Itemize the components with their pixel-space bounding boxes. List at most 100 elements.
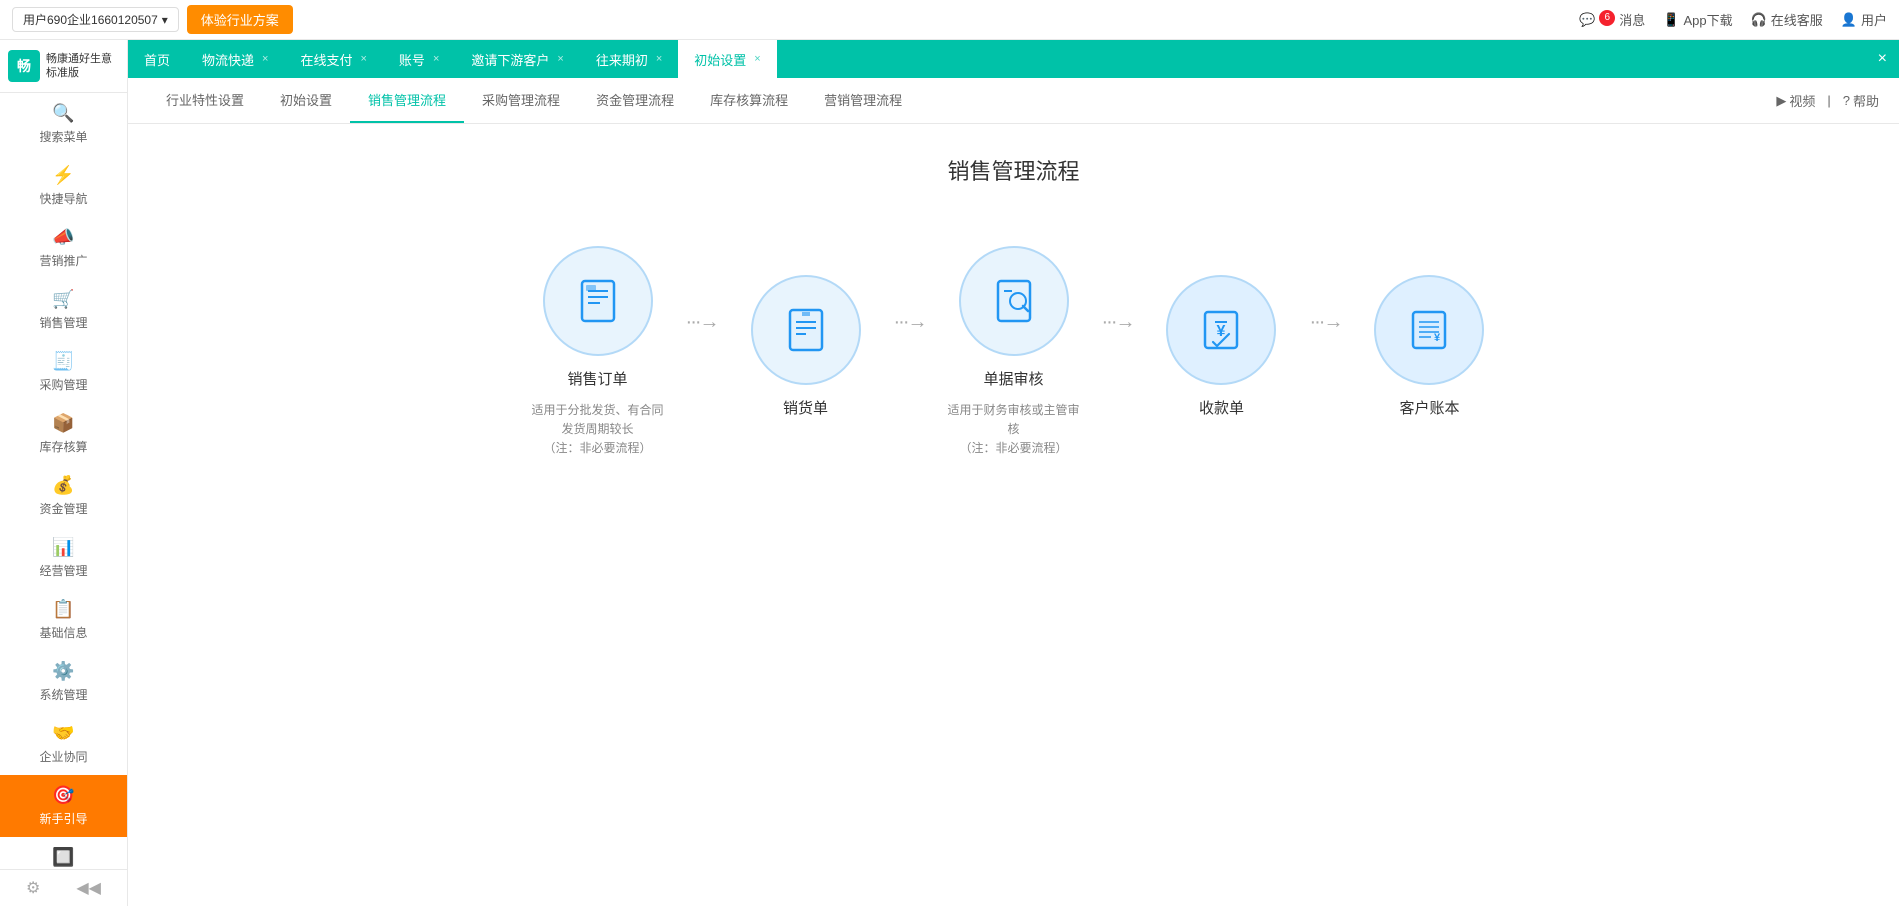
message-item[interactable]: 💬 6 消息 xyxy=(1579,10,1645,29)
sub-tabs-right: ▶ 视频 | ? 帮助 xyxy=(1776,91,1879,110)
video-icon: ▶ xyxy=(1776,93,1786,109)
nav-tab-logistics-close[interactable]: × xyxy=(262,53,268,65)
flow-circle-sales-order xyxy=(543,246,653,356)
receipt-icon: 🧾 xyxy=(52,351,74,372)
sidebar-item-inventory[interactable]: 📦 库存核算 xyxy=(0,403,127,465)
app-download-item[interactable]: 📱 App下载 xyxy=(1663,10,1732,29)
nav-tab-init-settings[interactable]: 初始设置 × xyxy=(678,40,776,78)
nav-tab-payment-close[interactable]: × xyxy=(360,53,366,65)
user-avatar-icon: 👤 xyxy=(1841,12,1857,28)
sidebar-label-system: 系统管理 xyxy=(39,686,87,703)
sidebar-item-basic-info[interactable]: 📋 基础信息 xyxy=(0,589,127,651)
user-selector-text: 用户690企业1660120507 xyxy=(23,11,158,28)
nav-tabs-close-all[interactable]: × xyxy=(1866,50,1899,68)
sub-tab-inventory-flow[interactable]: 库存核算流程 xyxy=(692,78,806,123)
review-icon xyxy=(988,275,1040,327)
sub-tab-inventory-flow-label: 库存核算流程 xyxy=(710,93,788,108)
clipboard-icon: 📋 xyxy=(52,599,74,620)
user-avatar-item[interactable]: 👤 用户 xyxy=(1841,10,1887,29)
flow-circle-review xyxy=(959,246,1069,356)
online-service-label: 在线客服 xyxy=(1771,10,1823,29)
flow-node-invoice: 销货单 xyxy=(726,275,886,430)
sidebar: 畅 畅康通好生意 标准版 🔍 搜索菜单 ⚡ 快捷导航 📣 营销推广 🛒 销售管理 xyxy=(0,40,128,906)
nav-tab-init-settings-label: 初始设置 xyxy=(694,50,746,69)
nav-tab-init-settings-close[interactable]: × xyxy=(754,53,760,65)
flow-arrow-1: ···→ xyxy=(678,311,726,394)
sidebar-label-sales: 销售管理 xyxy=(39,314,87,331)
nav-tab-account[interactable]: 账号 × xyxy=(383,40,455,78)
sub-tab-sales-flow[interactable]: 销售管理流程 xyxy=(350,78,464,123)
sidebar-item-quick-nav[interactable]: ⚡ 快捷导航 xyxy=(0,155,127,217)
nav-tab-home[interactable]: 首页 xyxy=(128,40,186,78)
sidebar-label-ops: 经营管理 xyxy=(39,562,87,579)
sales-order-icon xyxy=(572,275,624,327)
nav-tab-invite[interactable]: 邀请下游客户 × xyxy=(455,40,579,78)
sidebar-label-purchase: 采购管理 xyxy=(39,376,87,393)
top-header-left: 用户690企业1660120507 ▾ 体验行业方案 xyxy=(12,5,293,34)
lightning-icon: ⚡ xyxy=(52,165,74,186)
experience-btn[interactable]: 体验行业方案 xyxy=(187,5,293,34)
sidebar-label-inventory: 库存核算 xyxy=(39,438,87,455)
logo-icon: 畅 xyxy=(8,50,40,82)
money-icon: 💰 xyxy=(52,475,74,496)
flow-arrow-4: ···→ xyxy=(1301,311,1349,394)
collapse-icon[interactable]: ◀◀ xyxy=(76,878,101,898)
sidebar-item-enterprise-collab[interactable]: 🤝 企业协同 xyxy=(0,713,127,775)
logo-text-line1: 畅康通好生意 xyxy=(46,52,112,66)
sub-tab-marketing-flow-label: 营销管理流程 xyxy=(824,93,902,108)
nav-tab-home-label: 首页 xyxy=(144,50,170,69)
handshake-icon: 🤝 xyxy=(52,723,74,744)
online-service-item[interactable]: 🎧 在线客服 xyxy=(1751,10,1823,29)
sub-tab-industry-feature[interactable]: 行业特性设置 xyxy=(148,78,262,123)
sidebar-item-sales[interactable]: 🛒 销售管理 xyxy=(0,279,127,341)
sidebar-item-ops[interactable]: 📊 经营管理 xyxy=(0,527,127,589)
flow-node-sales-order: 销售订单 适用于分批发货、有合同发货周期较长（注：非必要流程） xyxy=(518,246,678,459)
flow-node-review-title: 单据审核 xyxy=(983,368,1043,389)
content-area: 首页 物流快递 × 在线支付 × 账号 × 邀请下游客户 × 往来期初 × xyxy=(128,40,1899,906)
flow-circle-invoice xyxy=(751,275,861,385)
sub-tab-marketing-flow[interactable]: 营销管理流程 xyxy=(806,78,920,123)
message-badge: 6 xyxy=(1599,10,1615,26)
flow-node-ledger: ¥ 客户账本 xyxy=(1349,275,1509,430)
sidebar-item-marketing[interactable]: 📣 营销推广 xyxy=(0,217,127,279)
sidebar-item-system[interactable]: ⚙️ 系统管理 xyxy=(0,651,127,713)
top-header-right: 💬 6 消息 📱 App下载 🎧 在线客服 👤 用户 xyxy=(1579,10,1887,29)
flow-node-review: 单据审核 适用于财务审核或主管审核（注：非必要流程） xyxy=(934,246,1094,459)
svg-text:¥: ¥ xyxy=(1434,332,1441,344)
sidebar-label-new-guide: 新手引导 xyxy=(39,810,87,827)
flow-circle-receipt: ¥ xyxy=(1166,275,1276,385)
flow-node-review-desc: 适用于财务审核或主管审核（注：非必要流程） xyxy=(944,401,1084,459)
user-selector[interactable]: 用户690企业1660120507 ▾ xyxy=(12,7,179,32)
nav-tab-period-init-label: 往来期初 xyxy=(596,50,648,69)
sidebar-item-purchase[interactable]: 🧾 采购管理 xyxy=(0,341,127,403)
nav-tab-logistics-label: 物流快递 xyxy=(202,50,254,69)
settings-bottom-icon[interactable]: ⚙ xyxy=(26,878,40,898)
help-icon: ? xyxy=(1843,93,1850,108)
sidebar-label-search: 搜索菜单 xyxy=(39,128,87,145)
sidebar-item-finance[interactable]: 💰 资金管理 xyxy=(0,465,127,527)
help-link[interactable]: ? 帮助 xyxy=(1843,91,1879,110)
chevron-down-icon: ▾ xyxy=(162,13,168,27)
nav-tab-period-init-close[interactable]: × xyxy=(656,53,662,65)
video-link[interactable]: ▶ 视频 xyxy=(1776,91,1815,110)
nav-tab-account-close[interactable]: × xyxy=(433,53,439,65)
flow-node-sales-order-desc: 适用于分批发货、有合同发货周期较长（注：非必要流程） xyxy=(528,401,668,459)
sub-tab-init-settings[interactable]: 初始设置 xyxy=(262,78,350,123)
sub-tab-purchase-flow[interactable]: 采购管理流程 xyxy=(464,78,578,123)
sidebar-item-new-guide[interactable]: 🎯 新手引导 xyxy=(0,775,127,837)
sidebar-label-finance: 资金管理 xyxy=(39,500,87,517)
flow-node-receipt: ¥ 收款单 xyxy=(1141,275,1301,430)
megaphone-icon: 📣 xyxy=(52,227,74,248)
divider: | xyxy=(1827,91,1830,110)
sub-tab-fund-flow[interactable]: 资金管理流程 xyxy=(578,78,692,123)
nav-tab-logistics[interactable]: 物流快递 × xyxy=(186,40,284,78)
nav-tab-payment[interactable]: 在线支付 × xyxy=(284,40,382,78)
flow-node-receipt-title: 收款单 xyxy=(1199,397,1244,418)
sub-tab-init-settings-label: 初始设置 xyxy=(280,93,332,108)
flow-arrow-3: ···→ xyxy=(1094,311,1142,394)
nav-tab-invite-close[interactable]: × xyxy=(557,53,563,65)
sidebar-item-app-center[interactable]: 🔲 应用中心 xyxy=(0,837,127,869)
sub-tab-fund-flow-label: 资金管理流程 xyxy=(596,93,674,108)
nav-tab-period-init[interactable]: 往来期初 × xyxy=(580,40,678,78)
sidebar-item-search[interactable]: 🔍 搜索菜单 xyxy=(0,93,127,155)
